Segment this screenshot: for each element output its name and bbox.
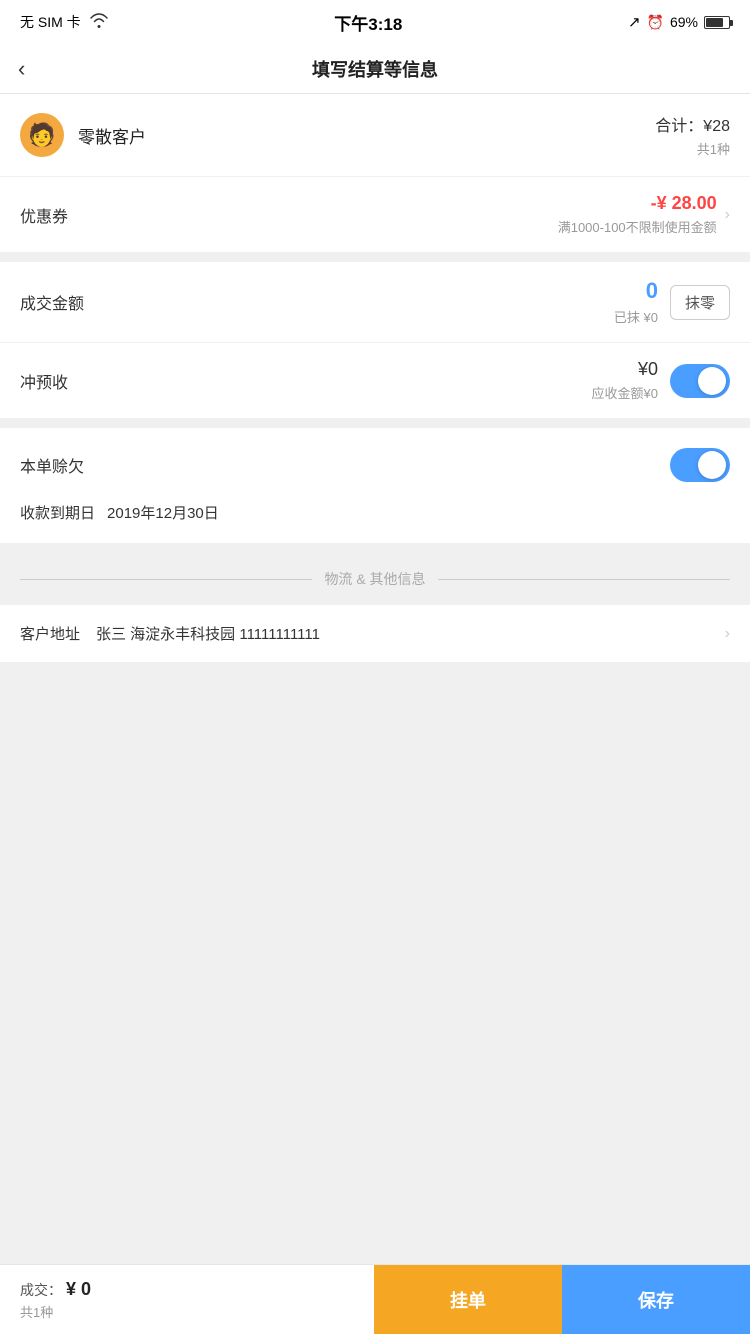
due-date-value: 2019年12月30日 (107, 502, 219, 523)
avatar-icon: 🧑 (28, 122, 55, 148)
chevron-right-icon: › (725, 206, 730, 224)
address-value: 张三 海淀永丰科技园 11111111111 (96, 623, 320, 644)
erase-button[interactable]: 抹零 (670, 285, 730, 320)
bottom-deal-label: 成交： (20, 1280, 62, 1300)
due-date-row[interactable]: 收款到期日 2019年12月30日 (0, 502, 750, 543)
advance-amount: ¥0 (592, 359, 658, 380)
logistics-divider: 物流 & 其他信息 (0, 553, 750, 605)
back-button[interactable]: ‹ (18, 56, 25, 82)
address-label: 客户地址 (20, 623, 80, 644)
bottom-info: 成交： ¥ 0 共1种 (0, 1279, 374, 1321)
coupon-row[interactable]: 优惠券 -¥ 28.00 满1000-100不限制使用金额 › (0, 176, 750, 252)
debt-toggle[interactable] (670, 448, 730, 482)
logistics-label: 物流 & 其他信息 (324, 569, 425, 589)
debt-label: 本单赊欠 (20, 453, 84, 477)
total-amount: 合计：¥28 (655, 112, 730, 136)
alarm-icon: ⏰ (647, 14, 664, 31)
avatar: 🧑 (20, 113, 64, 157)
coupon-right: -¥ 28.00 满1000-100不限制使用金额 › (558, 193, 730, 236)
customer-card: 🧑 零散客户 合计：¥28 共1种 优惠券 -¥ 28.00 满1000-100… (0, 94, 750, 252)
divider-line-left (20, 579, 312, 580)
customer-name: 零散客户 (78, 123, 146, 148)
hold-button[interactable]: 挂单 (374, 1265, 562, 1334)
coupon-info: -¥ 28.00 满1000-100不限制使用金额 (558, 193, 717, 236)
deal-amount-value[interactable]: 0 (614, 278, 658, 304)
bottom-deal-amount: ¥ 0 (66, 1279, 91, 1300)
advance-toggle[interactable] (670, 364, 730, 398)
status-time: 下午3:18 (334, 10, 402, 35)
debt-toggle-knob (698, 451, 726, 479)
nav-bar: ‹ 填写结算等信息 (0, 44, 750, 94)
total-count: 共1种 (655, 139, 730, 158)
content: 🧑 零散客户 合计：¥28 共1种 优惠券 -¥ 28.00 满1000-100… (0, 94, 750, 952)
status-left: 无 SIM 卡 (20, 12, 109, 33)
empty-space (0, 672, 750, 872)
deal-amount-label: 成交金额 (20, 290, 84, 314)
deal-section: 成交金额 0 已抹 ¥0 抹零 冲预收 ¥0 应收金额¥0 (0, 262, 750, 418)
save-button[interactable]: 保存 (562, 1265, 750, 1334)
deal-amount-row: 成交金额 0 已抹 ¥0 抹零 (0, 262, 750, 343)
wifi-icon (89, 12, 109, 33)
divider-line-right (438, 579, 730, 580)
bottom-bar: 成交： ¥ 0 共1种 挂单 保存 (0, 1264, 750, 1334)
address-section: 客户地址 张三 海淀永丰科技园 11111111111 › (0, 605, 750, 662)
address-chevron-icon: › (725, 625, 730, 643)
coupon-description: 满1000-100不限制使用金额 (558, 217, 717, 236)
customer-row: 🧑 零散客户 合计：¥28 共1种 (0, 94, 750, 176)
bottom-count: 共1种 (20, 1302, 354, 1321)
coupon-label: 优惠券 (20, 203, 68, 227)
page-title: 填写结算等信息 (312, 56, 438, 82)
battery-icon (704, 16, 730, 29)
due-date-label: 收款到期日 (20, 502, 95, 523)
address-left: 客户地址 张三 海淀永丰科技园 11111111111 (20, 623, 320, 644)
advance-sub: 应收金额¥0 (592, 383, 658, 402)
advance-right: ¥0 应收金额¥0 (592, 359, 730, 402)
status-right: ↗ ⏰ 69% (628, 13, 730, 31)
no-sim-text: 无 SIM 卡 (20, 12, 81, 32)
deal-amount-right: 0 已抹 ¥0 抹零 (614, 278, 730, 326)
advance-info: ¥0 应收金额¥0 (592, 359, 658, 402)
deal-amount-info: 0 已抹 ¥0 (614, 278, 658, 326)
customer-info: 🧑 零散客户 (20, 113, 146, 157)
address-row[interactable]: 客户地址 张三 海淀永丰科技园 11111111111 › (0, 605, 750, 662)
debt-section: 本单赊欠 收款到期日 2019年12月30日 (0, 428, 750, 543)
advance-label: 冲预收 (20, 369, 68, 393)
customer-total: 合计：¥28 共1种 (655, 112, 730, 158)
location-icon: ↗ (628, 13, 641, 31)
logistics-section: 物流 & 其他信息 (0, 553, 750, 605)
bottom-deal-row: 成交： ¥ 0 (20, 1279, 354, 1300)
battery-percent: 69% (670, 14, 698, 30)
advance-row: 冲预收 ¥0 应收金额¥0 (0, 343, 750, 418)
deal-amount-sub: 已抹 ¥0 (614, 307, 658, 326)
coupon-amount: -¥ 28.00 (558, 193, 717, 214)
status-bar: 无 SIM 卡 下午3:18 ↗ ⏰ 69% (0, 0, 750, 44)
toggle-knob (698, 367, 726, 395)
debt-row: 本单赊欠 (0, 428, 750, 502)
